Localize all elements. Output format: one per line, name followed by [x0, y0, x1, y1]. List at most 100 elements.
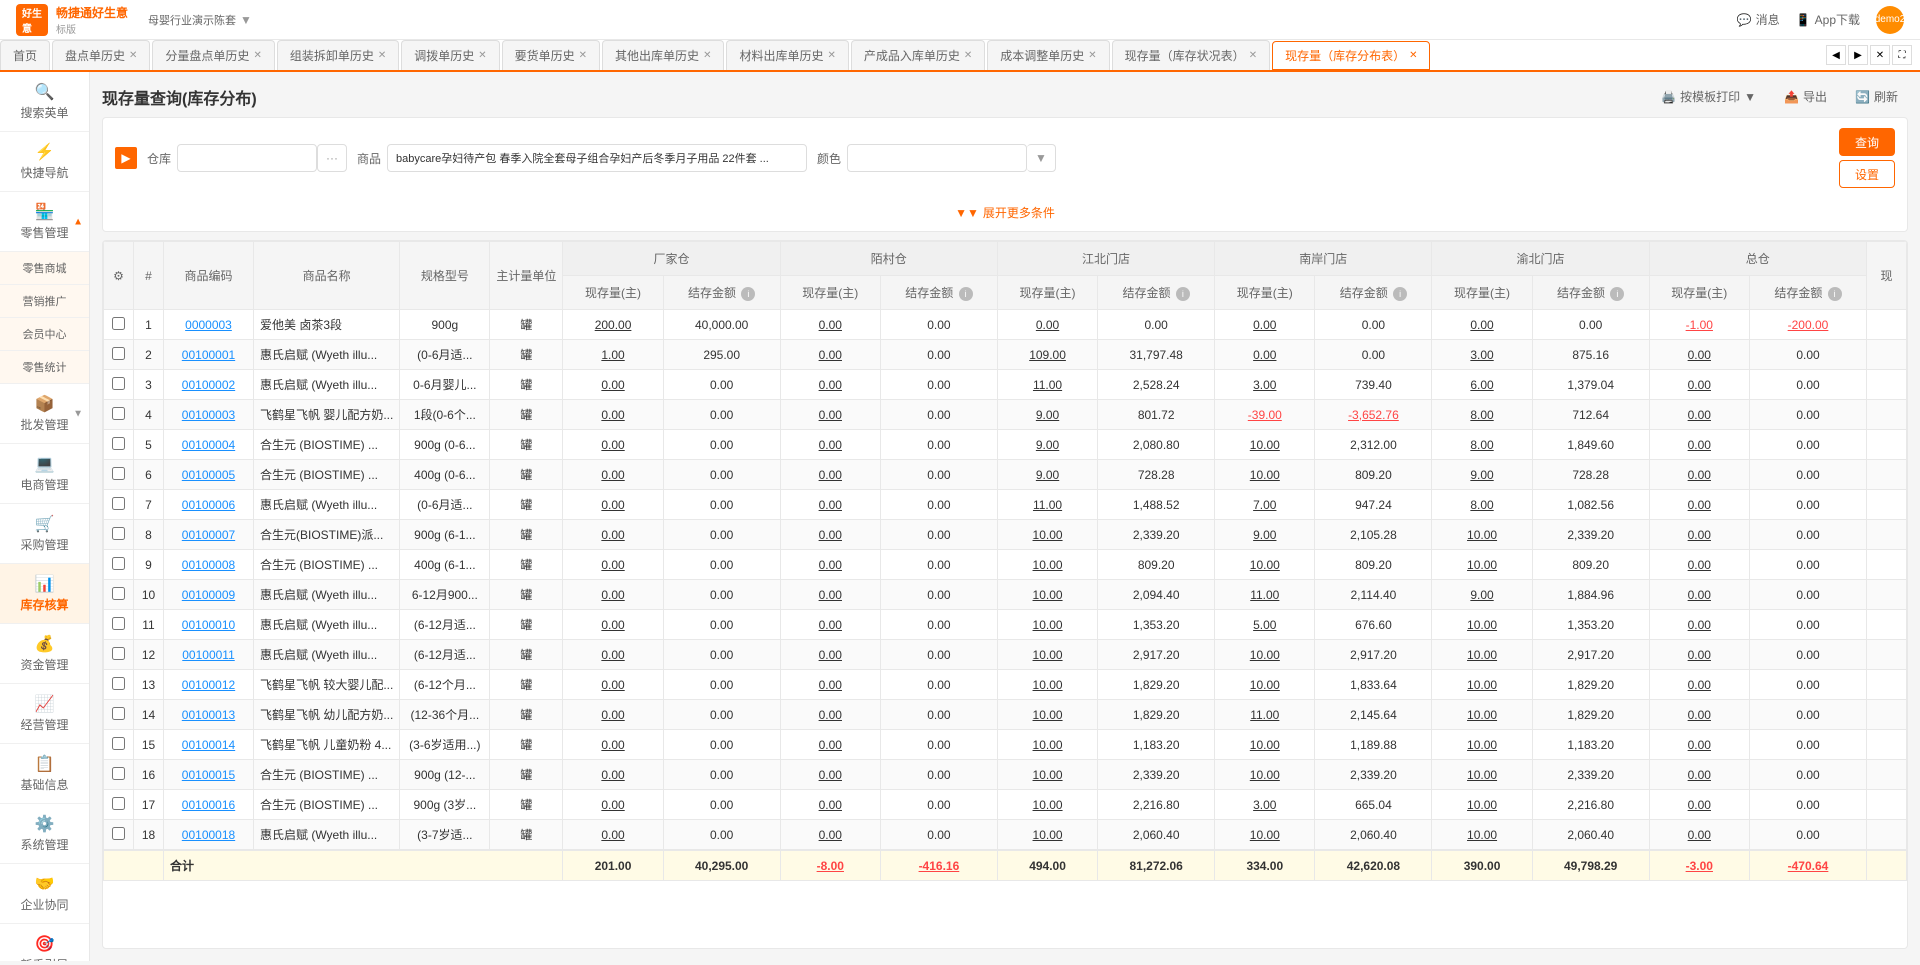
- row-v-qty[interactable]: 0.00: [780, 760, 880, 790]
- sidebar-item-marketing[interactable]: 营销推广: [0, 285, 89, 318]
- row-t-qty[interactable]: 0.00: [1649, 580, 1749, 610]
- row-jb-qty[interactable]: 10.00: [997, 820, 1097, 851]
- tab-4[interactable]: 调拨单历史✕: [401, 40, 499, 70]
- industry-dropdown-icon[interactable]: ▼: [240, 13, 252, 27]
- row-checkbox[interactable]: [104, 610, 134, 640]
- row-jb-qty[interactable]: 10.00: [997, 700, 1097, 730]
- export-btn[interactable]: 📤 导出: [1774, 84, 1837, 109]
- row-t-qty[interactable]: 0.00: [1649, 340, 1749, 370]
- row-code[interactable]: 00100003: [164, 400, 254, 430]
- row-yb-qty[interactable]: 10.00: [1432, 550, 1532, 580]
- row-code[interactable]: 00100007: [164, 520, 254, 550]
- row-t-qty[interactable]: 0.00: [1649, 670, 1749, 700]
- row-t-qty[interactable]: 0.00: [1649, 370, 1749, 400]
- color-input[interactable]: [847, 144, 1027, 172]
- row-v-qty[interactable]: 0.00: [780, 460, 880, 490]
- sidebar-item-member[interactable]: 会员中心: [0, 318, 89, 351]
- row-v-qty[interactable]: 0.00: [780, 610, 880, 640]
- row-code[interactable]: 00100005: [164, 460, 254, 490]
- tab-close-11[interactable]: ✕: [1409, 50, 1417, 61]
- row-code[interactable]: 00100010: [164, 610, 254, 640]
- sidebar-item-purchase[interactable]: 🛒 采购管理: [0, 504, 89, 564]
- tab-8[interactable]: 产成品入库单历史✕: [851, 40, 985, 70]
- tab-next-btn[interactable]: ▶: [1848, 45, 1868, 65]
- nb-amt-info[interactable]: i: [1393, 287, 1407, 301]
- jb-amt-info[interactable]: i: [1176, 287, 1190, 301]
- tab-close-8[interactable]: ✕: [964, 50, 972, 61]
- row-code[interactable]: 00100001: [164, 340, 254, 370]
- row-t-qty[interactable]: 0.00: [1649, 640, 1749, 670]
- tab-3[interactable]: 组装拆卸单历史✕: [277, 40, 399, 70]
- tab-5[interactable]: 要货单历史✕: [502, 40, 600, 70]
- row-nb-qty[interactable]: 10.00: [1215, 550, 1315, 580]
- sidebar-item-ecommerce[interactable]: 💻 电商管理: [0, 444, 89, 504]
- row-yb-qty[interactable]: 10.00: [1432, 760, 1532, 790]
- row-code[interactable]: 00100013: [164, 700, 254, 730]
- row-jb-qty[interactable]: 10.00: [997, 790, 1097, 820]
- row-f-qty[interactable]: 0.00: [563, 490, 663, 520]
- row-f-qty[interactable]: 0.00: [563, 400, 663, 430]
- row-jb-qty[interactable]: 109.00: [997, 340, 1097, 370]
- row-f-qty[interactable]: 0.00: [563, 580, 663, 610]
- user-avatar[interactable]: demo2: [1876, 6, 1904, 34]
- row-nb-qty[interactable]: 5.00: [1215, 610, 1315, 640]
- sidebar-item-inventory[interactable]: 📊 库存核算: [0, 564, 89, 624]
- row-nb-qty[interactable]: 10.00: [1215, 430, 1315, 460]
- row-jb-qty[interactable]: 9.00: [997, 460, 1097, 490]
- row-f-qty[interactable]: 0.00: [563, 730, 663, 760]
- row-v-qty[interactable]: 0.00: [780, 340, 880, 370]
- sidebar-item-system[interactable]: ⚙️ 系统管理: [0, 804, 89, 864]
- sidebar-item-guide[interactable]: 🎯 新手引导: [0, 924, 89, 961]
- row-nb-qty[interactable]: -39.00: [1215, 400, 1315, 430]
- row-nb-qty[interactable]: 10.00: [1215, 460, 1315, 490]
- th-settings[interactable]: ⚙: [104, 242, 134, 310]
- row-v-qty[interactable]: 0.00: [780, 820, 880, 851]
- sidebar-item-retail[interactable]: 🏪 零售管理 ▲: [0, 192, 89, 252]
- row-checkbox[interactable]: [104, 310, 134, 340]
- row-jb-qty[interactable]: 10.00: [997, 550, 1097, 580]
- row-checkbox[interactable]: [104, 640, 134, 670]
- row-v-qty[interactable]: 0.00: [780, 700, 880, 730]
- row-jb-qty[interactable]: 11.00: [997, 370, 1097, 400]
- row-code[interactable]: 00100011: [164, 640, 254, 670]
- row-yb-qty[interactable]: 8.00: [1432, 490, 1532, 520]
- sidebar-item-mall[interactable]: 零售商城: [0, 252, 89, 285]
- t-amt-info[interactable]: i: [1828, 287, 1842, 301]
- row-v-qty[interactable]: 0.00: [780, 580, 880, 610]
- row-yb-qty[interactable]: 10.00: [1432, 820, 1532, 851]
- row-jb-qty[interactable]: 10.00: [997, 580, 1097, 610]
- row-t-qty[interactable]: 0.00: [1649, 520, 1749, 550]
- row-checkbox[interactable]: [104, 580, 134, 610]
- row-v-qty[interactable]: 0.00: [780, 520, 880, 550]
- tab-11[interactable]: 现存量（库存分布表）✕: [1272, 41, 1430, 71]
- warehouse-dots-btn[interactable]: ···: [317, 144, 347, 172]
- row-f-qty[interactable]: 200.00: [563, 310, 663, 340]
- row-yb-qty[interactable]: 8.00: [1432, 430, 1532, 460]
- sidebar-item-search[interactable]: 🔍 搜索英单: [0, 72, 89, 132]
- row-jb-qty[interactable]: 10.00: [997, 610, 1097, 640]
- row-jb-qty[interactable]: 10.00: [997, 760, 1097, 790]
- row-code[interactable]: 00100006: [164, 490, 254, 520]
- row-checkbox[interactable]: [104, 400, 134, 430]
- row-yb-qty[interactable]: 3.00: [1432, 340, 1532, 370]
- row-code[interactable]: 00100004: [164, 430, 254, 460]
- sidebar-item-basic-info[interactable]: 📋 基础信息: [0, 744, 89, 804]
- row-nb-qty[interactable]: 10.00: [1215, 670, 1315, 700]
- expand-conditions-btn[interactable]: ▼▼ 展开更多条件: [955, 204, 1055, 221]
- row-t-qty[interactable]: 0.00: [1649, 820, 1749, 851]
- row-nb-qty[interactable]: 10.00: [1215, 730, 1315, 760]
- row-jb-qty[interactable]: 11.00: [997, 490, 1097, 520]
- tab-10[interactable]: 现存量（库存状况表）✕: [1112, 40, 1270, 70]
- tab-close-9[interactable]: ✕: [1088, 50, 1096, 61]
- row-v-qty[interactable]: 0.00: [780, 550, 880, 580]
- row-jb-qty[interactable]: 0.00: [997, 310, 1097, 340]
- row-v-qty[interactable]: 0.00: [780, 670, 880, 700]
- row-nb-qty[interactable]: 10.00: [1215, 640, 1315, 670]
- tab-home[interactable]: 首页: [0, 40, 50, 70]
- query-btn[interactable]: 查询: [1839, 128, 1895, 156]
- row-nb-qty[interactable]: 11.00: [1215, 700, 1315, 730]
- row-nb-qty[interactable]: 9.00: [1215, 520, 1315, 550]
- row-checkbox[interactable]: [104, 550, 134, 580]
- tab-close-all-btn[interactable]: ✕: [1870, 45, 1890, 65]
- row-nb-qty[interactable]: 7.00: [1215, 490, 1315, 520]
